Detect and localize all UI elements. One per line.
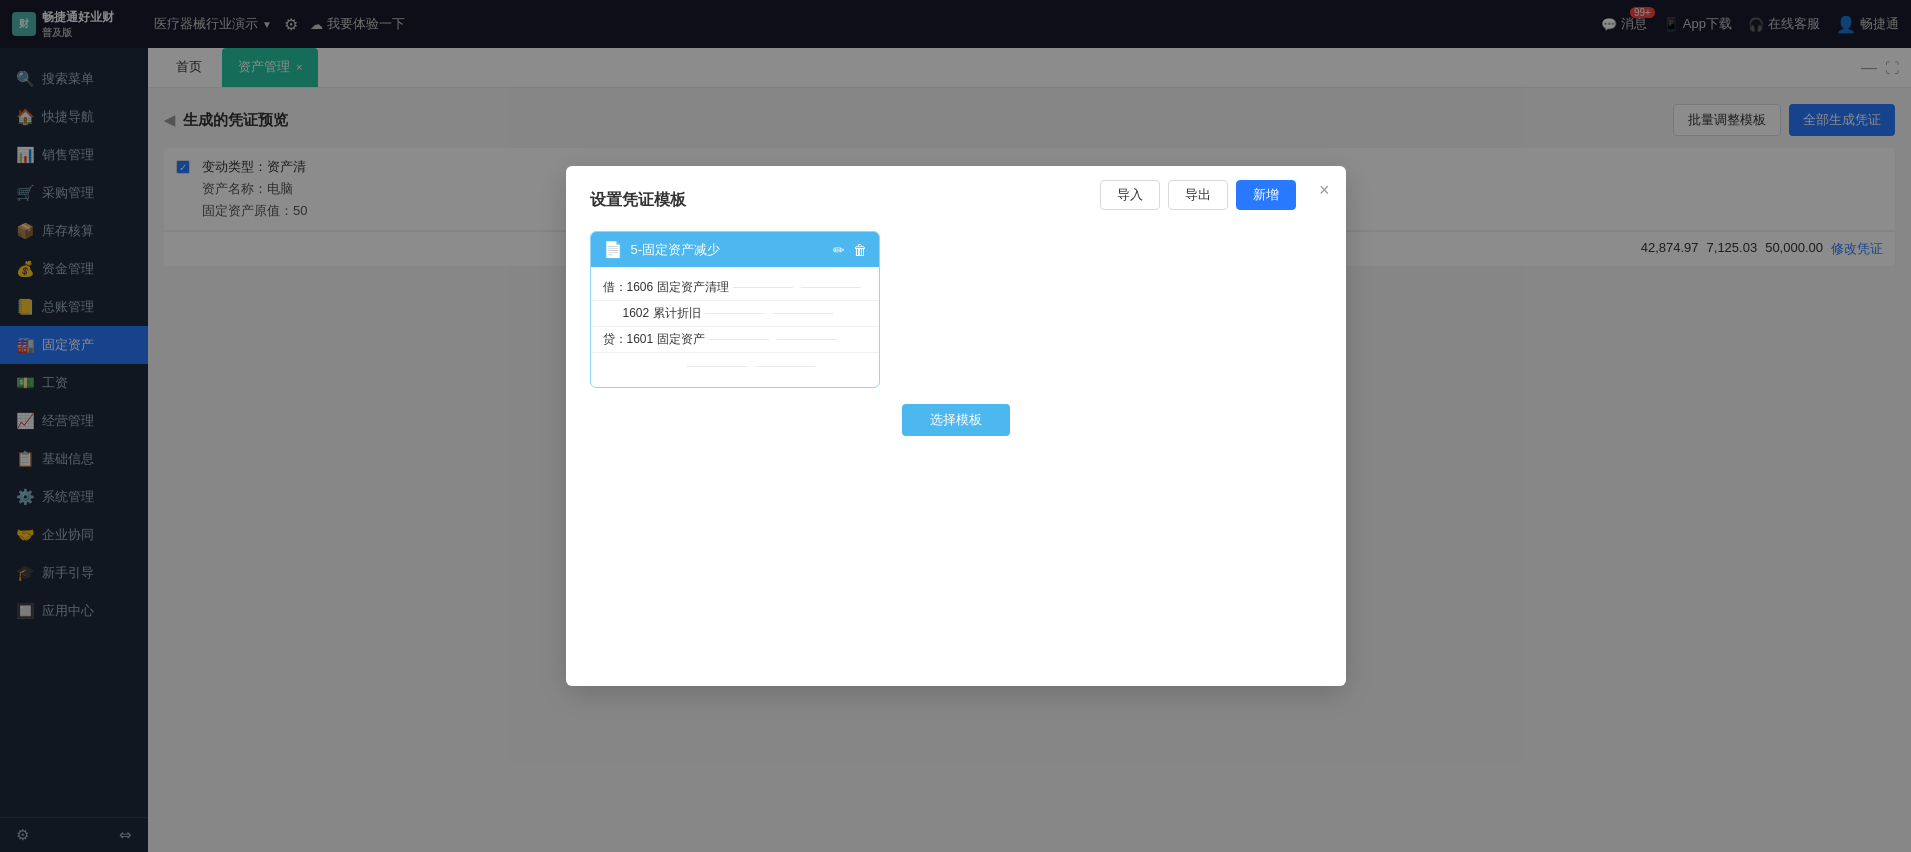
template-row-2: 1602 累计折旧 <box>591 301 879 327</box>
debit-label-2: 1602 累计折旧 <box>603 305 701 322</box>
template-name: 5-固定资产减少 <box>631 241 721 259</box>
page-content: ◀ 生成的凭证预览 批量调整模板 全部生成凭证 变动类型：资产清 <box>148 88 1911 852</box>
col-debit-4 <box>687 366 747 367</box>
col-credit-4 <box>755 366 815 367</box>
template-card: 📄 5-固定资产减少 ✏ 🗑 借：1606 固定资产清理 <box>590 231 880 388</box>
export-button[interactable]: 导出 <box>1168 180 1228 210</box>
template-body: 借：1606 固定资产清理 1602 累计折旧 <box>591 267 879 387</box>
modal-header-actions: 导入 导出 新增 <box>1100 180 1296 210</box>
col-credit-2 <box>773 313 833 314</box>
content-area: 首页 资产管理 × — ⛶ ◀ 生成的凭证预览 <box>148 48 1911 852</box>
col-debit-3 <box>709 339 769 340</box>
debit-label-1: 借：1606 固定资产清理 <box>603 279 729 296</box>
modal-overlay: 设置凭证模板 导入 导出 新增 × 📄 5- <box>148 88 1911 852</box>
select-template-button[interactable]: 选择模板 <box>902 404 1010 436</box>
template-row-1: 借：1606 固定资产清理 <box>591 275 879 301</box>
template-edit-icon[interactable]: ✏ <box>833 242 845 258</box>
template-card-header: 📄 5-固定资产减少 ✏ 🗑 <box>591 232 879 267</box>
col-credit-1 <box>801 287 861 288</box>
credit-label-3: 贷：1601 固定资产 <box>603 331 705 348</box>
template-row-4 <box>591 353 879 379</box>
col-debit-2 <box>705 313 765 314</box>
col-debit-1 <box>733 287 793 288</box>
template-delete-icon[interactable]: 🗑 <box>853 242 867 258</box>
modal-close-icon[interactable]: × <box>1319 180 1330 201</box>
import-button[interactable]: 导入 <box>1100 180 1160 210</box>
new-button[interactable]: 新增 <box>1236 180 1296 210</box>
template-doc-icon: 📄 <box>603 240 623 259</box>
template-header-left: 📄 5-固定资产减少 <box>603 240 721 259</box>
col-credit-3 <box>777 339 837 340</box>
template-header-actions: ✏ 🗑 <box>833 242 867 258</box>
template-row-3: 贷：1601 固定资产 <box>591 327 879 353</box>
modal-set-template: 设置凭证模板 导入 导出 新增 × 📄 5- <box>566 166 1346 686</box>
